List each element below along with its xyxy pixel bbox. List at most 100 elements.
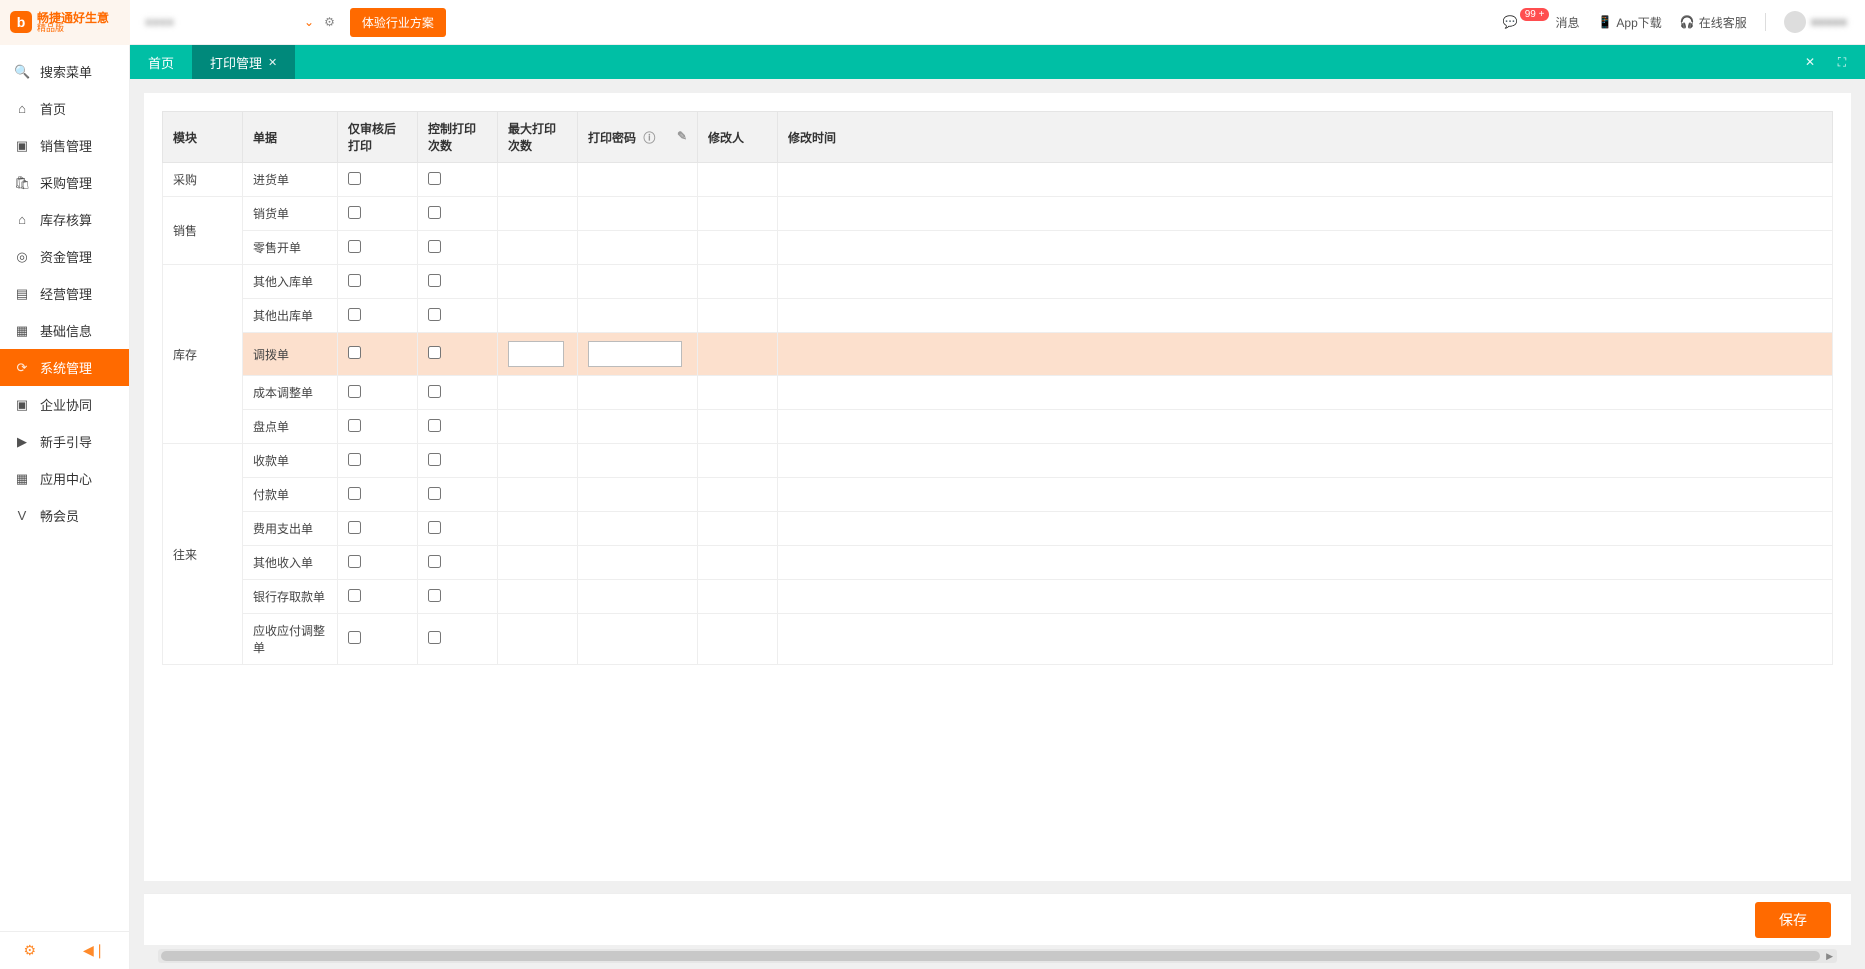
sidebar-item-membership[interactable]: V 畅会员 [0,497,129,534]
sidebar-item-label: 库存核算 [40,210,92,229]
user-menu[interactable]: ■■■■■ [1784,11,1847,33]
sidebar-settings-icon[interactable]: ⚙ [23,942,36,959]
sidebar-item-purchase-mgmt[interactable]: 🛍采购管理 [0,164,129,201]
sidebar-item-beginner-guide[interactable]: ▶新手引导 [0,423,129,460]
cell-max-count [498,197,578,231]
help-icon[interactable]: ⓘ [643,131,655,145]
cell-control-count [418,197,498,231]
cell-only-after-audit [338,512,418,546]
sidebar-item-app-center[interactable]: ▦应用中心 [0,460,129,497]
tenant-dropdown-caret[interactable]: ⌄ [304,15,314,29]
sidebar-item-operation-mgmt[interactable]: ▤经营管理 [0,275,129,312]
print-password-input[interactable] [588,341,682,367]
tab-close-all-icon[interactable]: ✕ [1801,53,1819,71]
table-row: 银行存取款单 [163,580,1833,614]
messages-link[interactable]: 💬 99 + 消息 [1503,14,1580,31]
cell-only-after-audit [338,478,418,512]
tab-close-icon[interactable]: ✕ [268,56,277,69]
control-count-checkbox[interactable] [428,453,441,466]
cell-modifier [698,580,778,614]
only-after-audit-checkbox[interactable] [348,240,361,253]
online-service-link[interactable]: 🎧 在线客服 [1680,14,1747,31]
horizontal-scrollbar[interactable]: ▶ [158,949,1837,963]
only-after-audit-checkbox[interactable] [348,346,361,359]
sidebar-item-system-mgmt[interactable]: ⟳系统管理 [0,349,129,386]
messages-badge: 99 + [1520,8,1550,21]
control-count-checkbox[interactable] [428,589,441,602]
only-after-audit-checkbox[interactable] [348,589,361,602]
fullscreen-icon[interactable]: ⛶ [1833,53,1851,71]
sidebar-item-label: 搜索菜单 [40,62,92,81]
tenant-settings-icon[interactable]: ⚙ [324,15,335,29]
control-count-checkbox[interactable] [428,521,441,534]
only-after-audit-checkbox[interactable] [348,555,361,568]
sidebar-item-label: 经营管理 [40,284,92,303]
max-count-input[interactable] [508,341,564,367]
cell-control-count [418,512,498,546]
cell-document: 其他出库单 [243,299,338,333]
table-row: 成本调整单 [163,376,1833,410]
only-after-audit-checkbox[interactable] [348,206,361,219]
control-count-checkbox[interactable] [428,308,441,321]
app-download-link[interactable]: 📱 App下载 [1597,14,1661,31]
sidebar-item-basic-info[interactable]: ▦基础信息 [0,312,129,349]
save-button[interactable]: 保存 [1755,902,1831,938]
tab-打印管理[interactable]: 打印管理✕ [192,45,295,79]
cell-max-count [498,376,578,410]
cell-only-after-audit [338,546,418,580]
cell-max-count [498,410,578,444]
membership-icon: V [14,508,30,523]
edit-password-icon[interactable]: ✎ [677,129,687,143]
only-after-audit-checkbox[interactable] [348,385,361,398]
sidebar-collapse-icon[interactable]: ◀❘ [83,942,106,959]
control-count-checkbox[interactable] [428,274,441,287]
only-after-audit-checkbox[interactable] [348,274,361,287]
only-after-audit-checkbox[interactable] [348,308,361,321]
scrollbar-thumb[interactable] [161,951,1820,961]
control-count-checkbox[interactable] [428,385,441,398]
control-count-checkbox[interactable] [428,555,441,568]
only-after-audit-checkbox[interactable] [348,487,361,500]
print-settings-table: 模块 单据 仅审核后打印 控制打印次数 最大打印次数 打印密码 ⓘ ✎ [162,111,1833,665]
cell-max-count [498,478,578,512]
industry-plan-button[interactable]: 体验行业方案 [350,8,446,37]
cell-control-count [418,163,498,197]
sidebar-item-inventory-accounting[interactable]: ⌂库存核算 [0,201,129,238]
control-count-checkbox[interactable] [428,487,441,500]
cell-modifier [698,376,778,410]
sidebar-item-funds-mgmt[interactable]: ◎资金管理 [0,238,129,275]
only-after-audit-checkbox[interactable] [348,172,361,185]
only-after-audit-checkbox[interactable] [348,521,361,534]
control-count-checkbox[interactable] [428,419,441,432]
app-center-icon: ▦ [14,471,30,487]
purchase-mgmt-icon: 🛍 [14,175,30,191]
control-count-checkbox[interactable] [428,631,441,644]
sidebar-item-sales-mgmt[interactable]: ▣销售管理 [0,127,129,164]
cell-document: 银行存取款单 [243,580,338,614]
control-count-checkbox[interactable] [428,240,441,253]
cell-modifier [698,197,778,231]
sidebar-item-home[interactable]: ⌂首页 [0,90,129,127]
control-count-checkbox[interactable] [428,172,441,185]
sidebar-item-enterprise-collab[interactable]: ▣企业协同 [0,386,129,423]
table-row: 其他收入单 [163,546,1833,580]
control-count-checkbox[interactable] [428,346,441,359]
sidebar-item-label: 畅会员 [40,506,79,525]
only-after-audit-checkbox[interactable] [348,453,361,466]
table-row: 库存其他入库单 [163,265,1833,299]
cell-print-password [578,410,698,444]
only-after-audit-checkbox[interactable] [348,419,361,432]
cell-control-count [418,265,498,299]
cell-modifier [698,163,778,197]
scrollbar-arrow-right-icon[interactable]: ▶ [1826,951,1833,962]
tab-首页[interactable]: 首页 [130,45,192,79]
only-after-audit-checkbox[interactable] [348,631,361,644]
control-count-checkbox[interactable] [428,206,441,219]
table-row: 销售销货单 [163,197,1833,231]
cell-modified-time [778,410,1833,444]
cell-print-password [578,299,698,333]
logo[interactable]: b 畅捷通好生意 精品版 [0,0,130,45]
table-row: 盘点单 [163,410,1833,444]
sidebar-item-search-menu[interactable]: 🔍搜索菜单 [0,53,129,90]
cell-document: 进货单 [243,163,338,197]
